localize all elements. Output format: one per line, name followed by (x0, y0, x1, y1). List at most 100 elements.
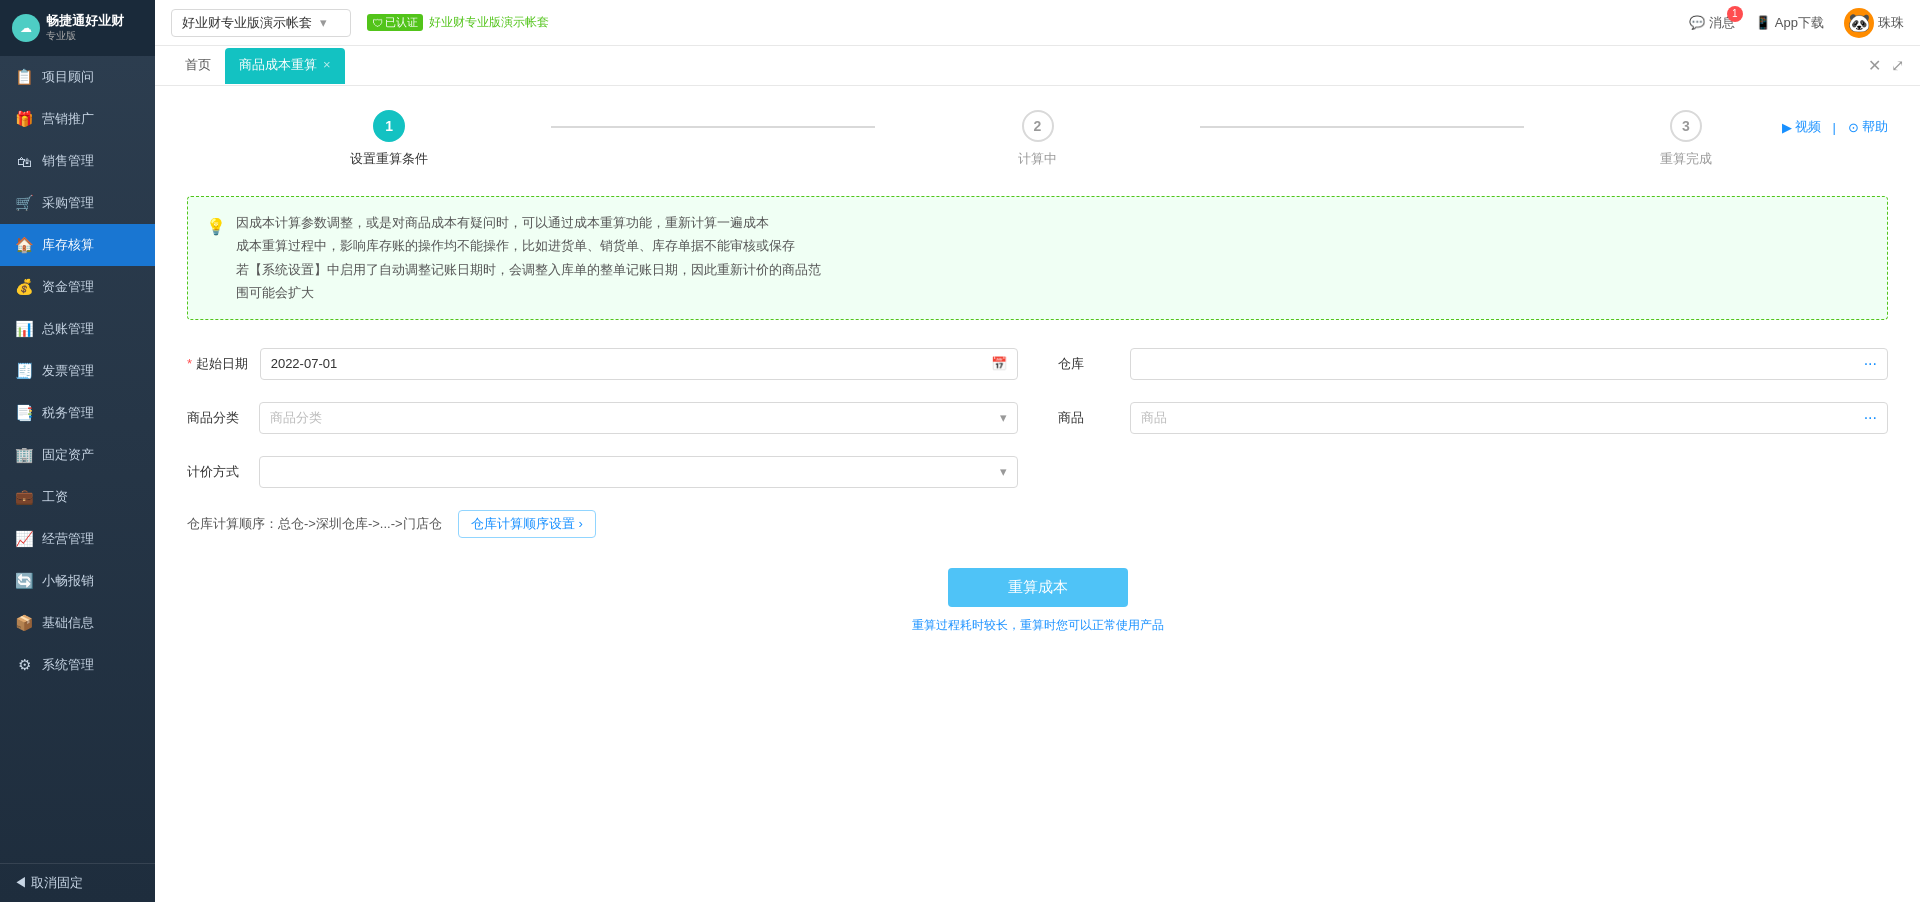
finance-icon: 💰 (14, 277, 34, 297)
sidebar-item-system[interactable]: ⚙ 系统管理 (0, 644, 155, 686)
sidebar-item-label: 基础信息 (42, 614, 94, 632)
warehouse-order-text: 仓库计算顺序：总仓->深圳仓库->...->门店仓 (187, 515, 442, 533)
form-row-3: 计价方式 ▾ (187, 456, 1888, 488)
invoice-icon: 🧾 (14, 361, 34, 381)
goods-input[interactable]: 商品 ··· (1130, 402, 1889, 434)
start-date-group: 起始日期 2022-07-01 📅 (187, 348, 1018, 380)
header-right: 💬 消息 1 📱 App下载 🐼 珠珠 (1689, 8, 1904, 38)
step-line-1 (551, 126, 875, 128)
info-line1: 因成本计算参数调整，或是对商品成本有疑问时，可以通过成本重算功能，重新计算一遍成… (236, 211, 821, 234)
sidebar-item-sales[interactable]: 🛍 销售管理 (0, 140, 155, 182)
expense-icon: 🔄 (14, 571, 34, 591)
sidebar-menu: 📋 项目顾问 🎁 营销推广 🛍 销售管理 🛒 采购管理 🏠 库存核算 💰 资金管… (0, 56, 155, 863)
sidebar-item-purchase[interactable]: 🛒 采购管理 (0, 182, 155, 224)
calendar-icon[interactable]: 📅 (991, 356, 1007, 371)
verified-badge: 🛡 已认证 (367, 14, 423, 31)
sidebar-item-assets[interactable]: 🏢 固定资产 (0, 434, 155, 476)
sidebar-item-label: 总账管理 (42, 320, 94, 338)
help-icon: ⊙ (1848, 120, 1859, 135)
sidebar-item-expense[interactable]: 🔄 小畅报销 (0, 560, 155, 602)
step-helpers: ▶ 视频 | ⊙ 帮助 (1782, 118, 1888, 136)
recalc-section: 重算成本 重算过程耗时较长，重算时您可以正常使用产品 (187, 568, 1888, 634)
sidebar-item-salary[interactable]: 💼 工资 (0, 476, 155, 518)
inventory-icon: 🏠 (14, 235, 34, 255)
video-label: 视频 (1795, 118, 1821, 136)
tax-icon: 📑 (14, 403, 34, 423)
app-edition: 专业版 (46, 29, 124, 43)
warehouse-order-settings-button[interactable]: 仓库计算顺序设置 › (458, 510, 596, 538)
user-menu[interactable]: 🐼 珠珠 (1844, 8, 1904, 38)
sidebar-item-operations[interactable]: 📈 经营管理 (0, 518, 155, 560)
warehouse-dots-icon[interactable]: ··· (1864, 355, 1877, 373)
main-area: 好业财专业版演示帐套 ▾ 🛡 已认证 好业财专业版演示帐套 💬 消息 1 📱 A… (155, 0, 1920, 902)
sidebar-item-label: 工资 (42, 488, 68, 506)
header: 好业财专业版演示帐套 ▾ 🛡 已认证 好业财专业版演示帐套 💬 消息 1 📱 A… (155, 0, 1920, 46)
assets-icon: 🏢 (14, 445, 34, 465)
video-helper[interactable]: ▶ 视频 (1782, 118, 1821, 136)
chevron-right-icon: › (579, 516, 583, 531)
sidebar-item-label: 经营管理 (42, 530, 94, 548)
sidebar-item-label: 库存核算 (42, 236, 94, 254)
tab-cost-recalc[interactable]: 商品成本重算 × (225, 48, 345, 84)
sidebar-item-tax[interactable]: 📑 税务管理 (0, 392, 155, 434)
messages-button[interactable]: 💬 消息 1 (1689, 14, 1735, 32)
tab-home[interactable]: 首页 (171, 48, 225, 84)
expand-icon[interactable]: ⤢ (1891, 56, 1904, 75)
sidebar-item-label: 采购管理 (42, 194, 94, 212)
project-icon: 📋 (14, 67, 34, 87)
tab-close-button[interactable]: × (323, 57, 331, 72)
sidebar-logo: ☁ 畅捷通好业财 专业版 (0, 0, 155, 56)
step-1: 1 设置重算条件 (227, 110, 551, 168)
goods-dots-icon[interactable]: ··· (1864, 409, 1877, 427)
category-label: 商品分类 (187, 409, 247, 427)
account-name: 好业财专业版演示帐套 (182, 14, 312, 32)
start-date-label: 起始日期 (187, 355, 248, 373)
sidebar: ☁ 畅捷通好业财 专业版 📋 项目顾问 🎁 营销推广 🛍 销售管理 🛒 采购管理… (0, 0, 155, 902)
pricing-select[interactable]: ▾ (259, 456, 1018, 488)
sidebar-item-finance[interactable]: 💰 资金管理 (0, 266, 155, 308)
warehouse-input[interactable]: ··· (1130, 348, 1889, 380)
info-line4: 围可能会扩大 (236, 281, 821, 304)
info-icon: 💡 (206, 213, 226, 305)
step-2-circle: 2 (1022, 110, 1054, 142)
sidebar-item-marketing[interactable]: 🎁 营销推广 (0, 98, 155, 140)
recalc-note: 重算过程耗时较长，重算时您可以正常使用产品 (912, 617, 1164, 634)
account-selector[interactable]: 好业财专业版演示帐套 ▾ (171, 9, 351, 37)
start-date-value: 2022-07-01 (271, 356, 338, 371)
goods-group: 商品 商品 ··· (1058, 402, 1889, 434)
verified-badge-area: 🛡 已认证 好业财专业版演示帐套 (367, 14, 549, 31)
recalc-btn-label: 重算成本 (1008, 578, 1068, 595)
info-line3: 若【系统设置】中启用了自动调整记账日期时，会调整入库单的整单记账日期，因此重新计… (236, 258, 821, 281)
recalc-button[interactable]: 重算成本 (948, 568, 1128, 607)
category-select[interactable]: 商品分类 ▾ (259, 402, 1018, 434)
sidebar-item-project[interactable]: 📋 项目顾问 (0, 56, 155, 98)
sales-icon: 🛍 (14, 151, 34, 171)
info-line2: 成本重算过程中，影响库存账的操作均不能操作，比如进货单、销货单、库存单据不能审核… (236, 234, 821, 257)
help-helper[interactable]: ⊙ 帮助 (1848, 118, 1888, 136)
app-icon: ☁ (12, 14, 40, 42)
user-name: 珠珠 (1878, 14, 1904, 32)
account-dropdown-arrow: ▾ (320, 15, 327, 30)
operations-icon: 📈 (14, 529, 34, 549)
sidebar-item-invoice[interactable]: 🧾 发票管理 (0, 350, 155, 392)
start-date-input[interactable]: 2022-07-01 📅 (260, 348, 1018, 380)
sidebar-item-basic[interactable]: 📦 基础信息 (0, 602, 155, 644)
sidebar-unpin[interactable]: ◀ 取消固定 (0, 863, 155, 902)
message-icon: 💬 (1689, 15, 1705, 30)
sidebar-item-label: 发票管理 (42, 362, 94, 380)
steps-indicator: 1 设置重算条件 2 计算中 3 重算完成 (187, 110, 1888, 168)
close-window-icon[interactable]: ✕ (1868, 56, 1881, 75)
step-1-circle: 1 (373, 110, 405, 142)
sidebar-item-accounting[interactable]: 📊 总账管理 (0, 308, 155, 350)
help-label: 帮助 (1862, 118, 1888, 136)
step-1-label: 设置重算条件 (350, 150, 428, 168)
warehouse-order-btn-label: 仓库计算顺序设置 (471, 515, 575, 533)
step-2-label: 计算中 (1018, 150, 1057, 168)
sidebar-item-label: 小畅报销 (42, 572, 94, 590)
sidebar-item-inventory[interactable]: 🏠 库存核算 (0, 224, 155, 266)
purchase-icon: 🛒 (14, 193, 34, 213)
step-3-label: 重算完成 (1660, 150, 1712, 168)
sidebar-item-label: 固定资产 (42, 446, 94, 464)
sidebar-item-label: 资金管理 (42, 278, 94, 296)
app-download-button[interactable]: 📱 App下载 (1755, 14, 1824, 32)
